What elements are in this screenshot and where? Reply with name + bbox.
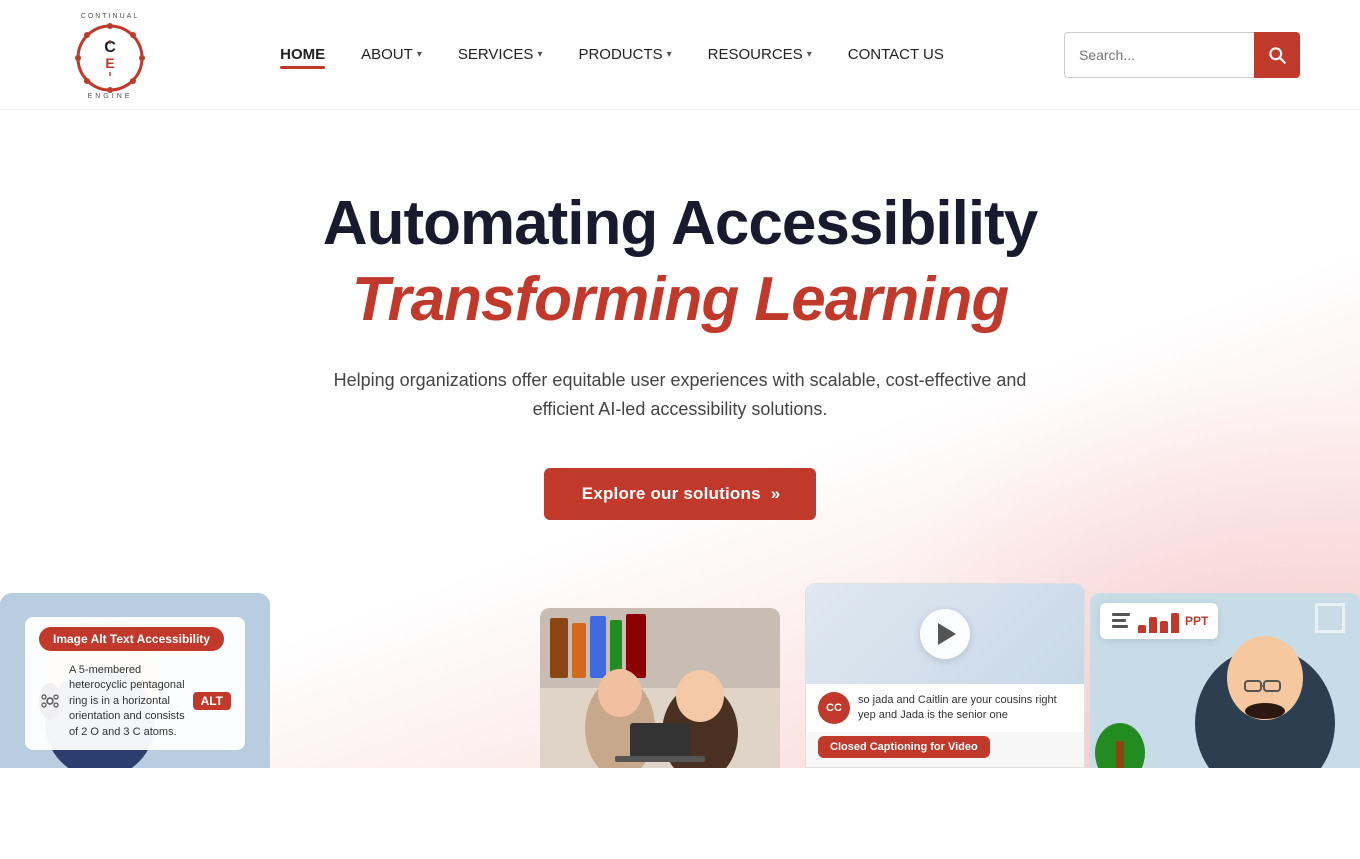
hero-section: Automating Accessibility Transforming Le… (0, 110, 1360, 768)
hero-title-line1: Automating Accessibility (323, 190, 1037, 258)
people-illustration (540, 608, 780, 768)
card-cc-video: CC so jada and Caitlin are your cousins … (805, 583, 1085, 768)
logo[interactable]: C E CONTINUAL ENGINE (60, 10, 160, 100)
nav-item-products[interactable]: PRODUCTS ▾ (578, 46, 671, 63)
hero-subtitle: Helping organizations offer equitable us… (330, 366, 1030, 424)
chart-icon (1138, 609, 1179, 633)
molecule-icon (39, 683, 61, 719)
alt-text-description: A 5-membered heterocyclic pentagonal rin… (69, 663, 189, 740)
main-nav: HOME ABOUT ▾ SERVICES ▾ PRODUCTS ▾ RESOU… (280, 46, 944, 63)
search-area (1064, 32, 1300, 78)
svg-text:E: E (105, 55, 114, 71)
nav-item-services[interactable]: SERVICES ▾ (458, 46, 543, 63)
ppt-overlay: PPT (1100, 603, 1218, 639)
alt-label: ALT (193, 692, 231, 710)
chevron-down-icon: ▾ (537, 49, 542, 60)
chevron-down-icon: ▾ (667, 49, 672, 60)
ppt-label: PPT (1185, 614, 1208, 628)
logo-icon: C E CONTINUAL ENGINE (60, 10, 160, 100)
svg-text:ENGINE: ENGINE (88, 93, 133, 100)
card-1-overlay: Image Alt Text Accessibility (25, 617, 245, 750)
chevron-down-icon: ▾ (417, 49, 422, 60)
hero-title-line2: Transforming Learning (352, 266, 1009, 334)
card-people (540, 608, 780, 768)
caption-area: CC so jada and Caitlin are your cousins … (806, 684, 1084, 732)
card-alt-text: Image Alt Text Accessibility (0, 593, 270, 768)
explore-solutions-button[interactable]: Explore our solutions » (544, 468, 816, 520)
caption-text: so jada and Caitlin are your cousins rig… (858, 693, 1072, 724)
card-ppt: PPT (1090, 593, 1360, 768)
nav-item-contact[interactable]: CONTACT US (848, 46, 944, 63)
search-icon (1267, 45, 1287, 65)
svg-text:CONTINUAL: CONTINUAL (81, 13, 139, 20)
cards-strip: Image Alt Text Accessibility (0, 568, 1360, 768)
search-button[interactable] (1254, 32, 1300, 78)
list-icon (1110, 610, 1132, 632)
alt-text-badge: Image Alt Text Accessibility (39, 627, 224, 651)
play-button[interactable] (920, 609, 970, 659)
play-icon (938, 623, 956, 645)
cc-avatar: CC (818, 692, 850, 724)
nav-item-resources[interactable]: RESOURCES ▾ (708, 46, 812, 63)
search-input[interactable] (1064, 32, 1254, 78)
cc-badge: Closed Captioning for Video (818, 736, 990, 758)
chevron-down-icon: ▾ (807, 49, 812, 60)
header: C E CONTINUAL ENGINE HOME ABOUT ▾ SERVIC… (0, 0, 1360, 110)
nav-item-home[interactable]: HOME (280, 46, 325, 63)
nav-item-about[interactable]: ABOUT ▾ (361, 46, 422, 63)
video-thumbnail (806, 584, 1084, 684)
